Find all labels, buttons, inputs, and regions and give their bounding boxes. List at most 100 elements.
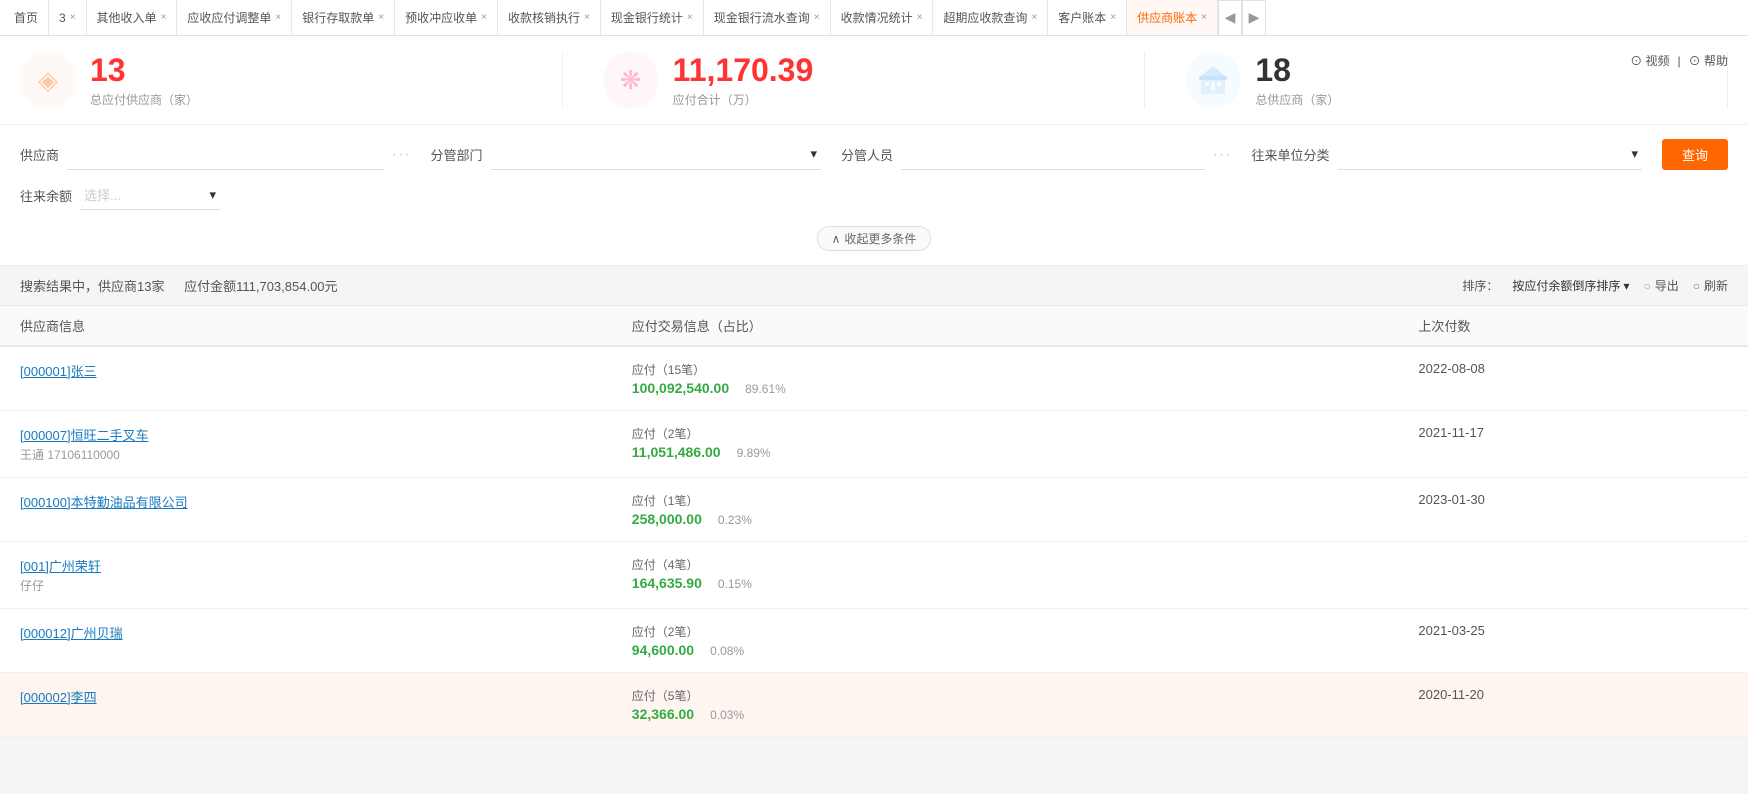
last-pay-value-4: 2021-03-25 xyxy=(1418,623,1485,638)
filter-person-dots[interactable]: ··· xyxy=(1213,146,1232,164)
filter-person-label: 分管人员 xyxy=(841,145,893,164)
nav-tab-cash-bank-flow-close[interactable]: × xyxy=(814,12,820,23)
nav-tab-prepay-reconcile-close[interactable]: × xyxy=(481,12,487,23)
video-link[interactable]: ⊙ 视频 xyxy=(1630,52,1669,69)
stat-label-2: 应付合计（万） xyxy=(673,91,814,108)
tx-amount-5[interactable]: 32,366.00 xyxy=(632,706,694,722)
nav-tab-customer-account-close[interactable]: × xyxy=(1110,12,1116,23)
tx-label-3: 应付（4笔） xyxy=(632,556,1379,573)
tx-amount-3[interactable]: 164,635.90 xyxy=(632,575,702,591)
stat-label-1: 总应付供应商（家） xyxy=(90,91,198,108)
filter-department: 分管部门 ▾ xyxy=(431,140,822,170)
supplier-sub-1: 王通 17106110000 xyxy=(20,446,592,463)
nav-tab-receipt-stat-close[interactable]: × xyxy=(917,12,923,23)
filter-section: 供应商 ··· 分管部门 ▾ 分管人员 ··· 往来单位分类 ▾ 查询 往来 xyxy=(0,125,1748,266)
supplier-link-3[interactable]: [001]广州荣轩 xyxy=(20,559,101,574)
link-divider: | xyxy=(1678,54,1681,68)
last-pay-value-1: 2021-11-17 xyxy=(1418,425,1484,440)
supplier-link-2[interactable]: [000100]本特勤油品有限公司 xyxy=(20,495,188,510)
filter-balance-value: 选择... xyxy=(84,185,121,204)
sort-icon: ▾ xyxy=(1623,279,1629,293)
filter-balance-select[interactable]: 选择... ▾ xyxy=(80,180,220,210)
nav-tab-supplier-account[interactable]: 供应商账本 × xyxy=(1127,0,1218,36)
nav-tab-customer-account[interactable]: 客户账本 × xyxy=(1048,0,1127,36)
nav-tab-ap-adjust[interactable]: 应收应付调整单 × xyxy=(177,0,292,36)
collapse-button[interactable]: ∧ 收起更多条件 xyxy=(817,226,932,251)
last-pay-value-5: 2020-11-20 xyxy=(1418,687,1484,702)
nav-tab-receipt-verify-close[interactable]: × xyxy=(584,12,590,23)
col-header-transaction: 应付交易信息（占比） xyxy=(612,306,1399,346)
supplier-cell-2: [000100]本特勤油品有限公司 xyxy=(0,478,612,542)
nav-prev-button[interactable]: ◀ xyxy=(1218,0,1242,36)
chevron-down-icon-cat: ▾ xyxy=(1631,146,1638,162)
supplier-link-4[interactable]: [000012]广州贝瑞 xyxy=(20,626,123,641)
export-button[interactable]: ○ 导出 xyxy=(1643,277,1678,294)
transaction-cell-1: 应付（2笔）11,051,486.009.89% xyxy=(612,411,1399,478)
nav-tab-prepay-reconcile[interactable]: 预收冲应收单 × xyxy=(395,0,498,36)
nav-tab-other-income[interactable]: 其他收入单 × xyxy=(87,0,178,36)
table-row: [000100]本特勤油品有限公司应付（1笔）258,000.000.23%20… xyxy=(0,478,1748,542)
query-button[interactable]: 查询 xyxy=(1662,139,1728,170)
nav-tab-receipt-stat[interactable]: 收款情况统计 × xyxy=(831,0,934,36)
nav-next-button[interactable]: ▶ xyxy=(1242,0,1266,36)
header-stats: ◈ 13 总应付供应商（家） ❋ 11,170.39 应付合计（万） 18 总供… xyxy=(0,36,1748,125)
transaction-cell-3: 应付（4笔） 164,635.90 0.15% xyxy=(612,542,1399,609)
export-label: 导出 xyxy=(1655,277,1679,294)
tx-amount-4[interactable]: 94,600.00 xyxy=(632,642,694,658)
chevron-down-icon-bal: ▾ xyxy=(209,187,216,203)
stat-block-supplier-ap: ◈ 13 总应付供应商（家） xyxy=(20,52,563,108)
export-circle-icon: ○ xyxy=(1643,279,1650,293)
nav-tab-overdue-query[interactable]: 超期应收款查询 × xyxy=(933,0,1048,36)
tx-pct-0: 89.61% xyxy=(745,382,786,396)
nav-tab-cash-bank-stat-label: 现金银行统计 xyxy=(611,9,683,26)
refresh-button[interactable]: ○ 刷新 xyxy=(1693,277,1728,294)
stat-content-1: 13 总应付供应商（家） xyxy=(90,52,198,108)
tx-amount-2[interactable]: 258,000.00 xyxy=(632,511,702,527)
tx-pct-5: 0.03% xyxy=(710,708,744,722)
last-pay-cell-4: 2021-03-25 xyxy=(1398,609,1748,673)
tx-pct-3: 0.15% xyxy=(718,577,752,591)
tx-label-1: 应付（2笔） xyxy=(632,425,1379,442)
nav-tab-bank-deposit-close[interactable]: × xyxy=(378,12,384,23)
tx-amount-0[interactable]: 100,092,540.00 xyxy=(632,380,729,396)
last-pay-cell-5: 2020-11-20 xyxy=(1398,673,1748,737)
nav-tab-3[interactable]: 3 × xyxy=(49,0,87,36)
supplier-cell-3: [001]广州荣轩仔仔 xyxy=(0,542,612,609)
sort-select[interactable]: 按应付余额倒序排序 ▾ xyxy=(1512,277,1629,294)
filter-category-select[interactable]: ▾ xyxy=(1338,140,1642,170)
filter-department-select[interactable]: ▾ xyxy=(491,140,821,170)
supplier-link-0[interactable]: [000001]张三 xyxy=(20,364,97,379)
tx-label-5: 应付（5笔） xyxy=(632,687,1379,704)
nav-tab-cash-bank-flow[interactable]: 现金银行流水查询 × xyxy=(704,0,831,36)
supplier-link-5[interactable]: [000002]李四 xyxy=(20,690,97,705)
filter-person-input[interactable] xyxy=(901,140,1205,170)
nav-tab-receipt-verify[interactable]: 收款核销执行 × xyxy=(498,0,601,36)
nav-tab-overdue-query-close[interactable]: × xyxy=(1031,12,1037,23)
filter-department-label: 分管部门 xyxy=(431,145,483,164)
nav-tab-cash-bank-stat[interactable]: 现金银行统计 × xyxy=(601,0,704,36)
nav-tab-bank-deposit[interactable]: 银行存取款单 × xyxy=(292,0,395,36)
nav-tab-ap-adjust-close[interactable]: × xyxy=(275,12,281,23)
help-link[interactable]: ⊙ 帮助 xyxy=(1689,52,1728,69)
stat-label-3: 总供应商（家） xyxy=(1255,91,1339,108)
nav-tab-cash-bank-flow-label: 现金银行流水查询 xyxy=(714,9,810,26)
nav-tab-home[interactable]: 首页 xyxy=(4,0,49,36)
chevron-down-icon: ▾ xyxy=(810,146,817,162)
last-pay-cell-2: 2023-01-30 xyxy=(1398,478,1748,542)
filter-supplier-dots[interactable]: ··· xyxy=(392,146,411,164)
transaction-cell-5: 应付（5笔） 32,366.00 0.03% xyxy=(612,673,1399,737)
stat-number-1: 13 xyxy=(90,52,198,89)
result-actions: 排序： 按应付余额倒序排序 ▾ ○ 导出 ○ 刷新 xyxy=(1462,277,1728,294)
tx-amount-1[interactable]: 11,051,486.00 xyxy=(632,444,721,460)
tx-pct-2: 0.23% xyxy=(718,513,752,527)
filter-supplier-input[interactable] xyxy=(67,140,384,170)
filter-supplier: 供应商 ··· xyxy=(20,140,411,170)
col-header-supplier: 供应商信息 xyxy=(0,306,612,346)
nav-tab-3-close[interactable]: × xyxy=(70,12,76,23)
nav-tab-cash-bank-stat-close[interactable]: × xyxy=(687,12,693,23)
supplier-link-1[interactable]: [000007]恒旺二手叉车 xyxy=(20,428,149,443)
nav-tab-supplier-account-close[interactable]: × xyxy=(1201,12,1207,23)
nav-tab-bank-deposit-label: 银行存取款单 xyxy=(302,9,374,26)
nav-tab-other-income-close[interactable]: × xyxy=(161,12,167,23)
tx-label-4: 应付（2笔） xyxy=(632,623,1379,640)
